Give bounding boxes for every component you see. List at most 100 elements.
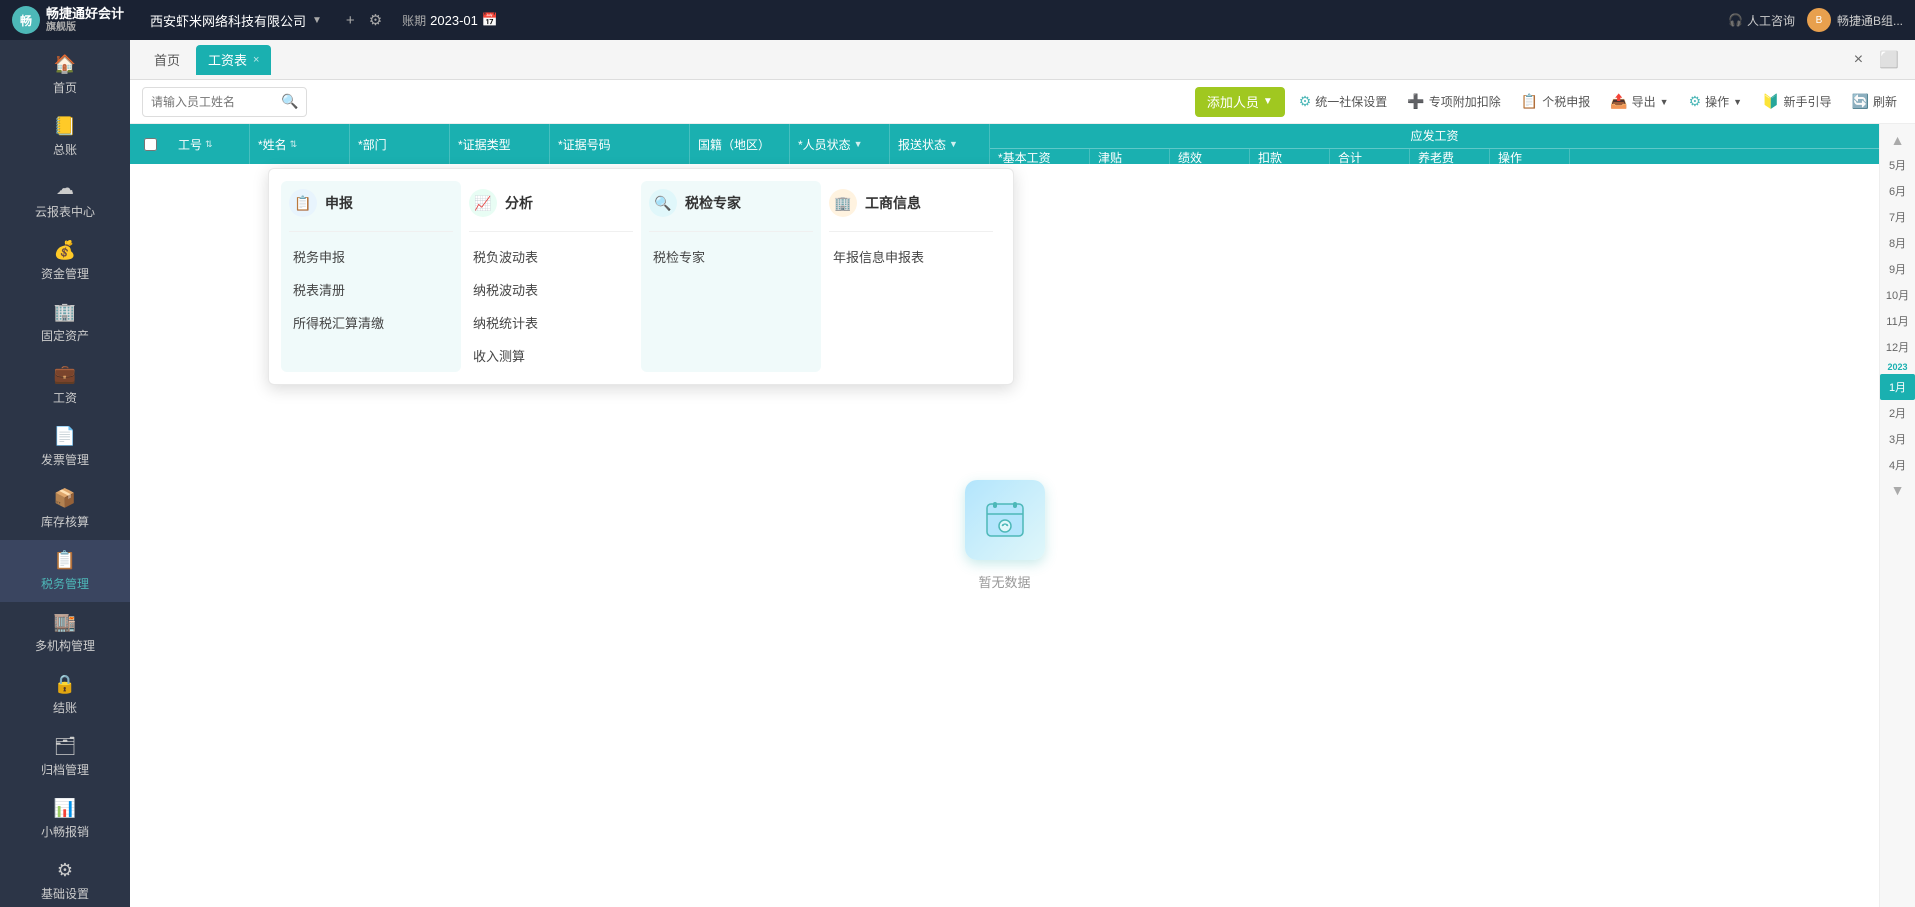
menu-suode-huisuan[interactable]: 所得税汇算清缴 <box>289 306 453 339</box>
menu-shouru-cesuan[interactable]: 收入测算 <box>469 339 633 372</box>
sidebar-label-salary: 工资 <box>53 389 77 406</box>
content-area: 首页 工资表 × × ⬜ 🔍 添加人员 ▼ <box>130 40 1915 907</box>
month-4[interactable]: 4月 <box>1880 452 1915 478</box>
operate-button[interactable]: ⚙ 操作 ▼ <box>1683 89 1749 114</box>
popup-section-shenb: 📋 申报 税务申报 税表清册 所得税汇算清缴 <box>281 181 461 372</box>
sidebar-item-assets[interactable]: 🏢 固定资产 <box>0 292 130 354</box>
fenxi-header-icon: 📈 <box>469 189 497 217</box>
sidebar-label-invoice: 发票管理 <box>41 451 89 468</box>
month-10[interactable]: 10月 <box>1880 282 1915 308</box>
menu-shuifu-bodong[interactable]: 税负波动表 <box>469 240 633 273</box>
period-value: 2023-01 <box>430 13 478 28</box>
month-12[interactable]: 12月 <box>1880 334 1915 360</box>
sidebar-item-funds[interactable]: 💰 资金管理 <box>0 230 130 292</box>
menu-nashui-tongji[interactable]: 纳税统计表 <box>469 306 633 339</box>
social-label: 统一社保设置 <box>1315 93 1387 110</box>
menu-shuib-qingce[interactable]: 税表清册 <box>289 273 453 306</box>
company-name: 西安虾米网络科技有限公司 <box>150 11 306 30</box>
month-2[interactable]: 2月 <box>1880 400 1915 426</box>
sidebar-item-inventory[interactable]: 📦 库存核算 <box>0 478 130 540</box>
sidebar-item-ledger[interactable]: 📒 总账 <box>0 106 130 168</box>
sidebar-label-tax: 税务管理 <box>41 575 89 592</box>
sidebar-item-tax[interactable]: 📋 税务管理 <box>0 540 130 602</box>
special-deduction-button[interactable]: ➕ 专项附加扣除 <box>1401 89 1506 114</box>
logo-text: 畅捷通好会计 旗舰版 <box>46 6 124 34</box>
sidebar-label-funds: 资金管理 <box>41 265 89 282</box>
sidebar-item-salary[interactable]: 💼 工资 <box>0 354 130 416</box>
th-region-label: 国籍（地区） <box>698 136 770 153</box>
year-up-icon[interactable]: ▲ <box>1887 128 1909 152</box>
guide-button[interactable]: 🔰 新手引导 <box>1756 89 1837 114</box>
close-window-button[interactable]: × <box>1850 49 1867 71</box>
month-8[interactable]: 8月 <box>1880 230 1915 256</box>
month-9[interactable]: 9月 <box>1880 256 1915 282</box>
service-button[interactable]: 🎧 人工咨询 <box>1728 12 1795 29</box>
main-layout: 🏠 首页 📒 总账 ☁ 云报表中心 💰 资金管理 🏢 固定资产 💼 工资 📄 发… <box>0 40 1915 907</box>
th-name: *姓名 ⇅ <box>250 124 350 164</box>
month-3[interactable]: 3月 <box>1880 426 1915 452</box>
month-6[interactable]: 6月 <box>1880 178 1915 204</box>
top-bar: 畅 畅捷通好会计 旗舰版 西安虾米网络科技有限公司 ▼ + ⚙ 账期 2023-… <box>0 0 1915 40</box>
search-icon[interactable]: 🔍 <box>281 93 298 110</box>
th-report-filter-icon[interactable]: ▼ <box>949 139 958 149</box>
multi-icon: 🏬 <box>54 612 76 633</box>
refresh-button[interactable]: 🔄 刷新 <box>1846 89 1903 114</box>
select-all-checkbox[interactable] <box>144 138 157 151</box>
shenb-title: 申报 <box>325 193 353 213</box>
th-base: *基本工资 <box>990 149 1090 166</box>
sidebar-item-xiaochang[interactable]: 📊 小畅报销 <box>0 788 130 850</box>
company-selector[interactable]: 西安虾米网络科技有限公司 ▼ <box>142 7 330 34</box>
menu-nianbao-shenb[interactable]: 年报信息申报表 <box>829 240 993 273</box>
sidebar-label-closing: 结账 <box>53 699 77 716</box>
top-bar-right: 🎧 人工咨询 B 畅捷通B组... <box>1728 8 1903 32</box>
sidebar-item-reports[interactable]: ☁ 云报表中心 <box>0 168 130 230</box>
sidebar-item-multi[interactable]: 🏬 多机构管理 <box>0 602 130 664</box>
sidebar-item-home[interactable]: 🏠 首页 <box>0 44 130 106</box>
user-area[interactable]: B 畅捷通B组... <box>1807 8 1903 32</box>
archive-icon: 🗂 <box>54 736 77 757</box>
ledger-icon: 📒 <box>54 116 76 137</box>
shenb-divider <box>289 231 453 232</box>
menu-nashui-bodong[interactable]: 纳税波动表 <box>469 273 633 306</box>
tab-home[interactable]: 首页 <box>142 45 192 75</box>
th-status-filter-icon[interactable]: ▼ <box>854 139 863 149</box>
empty-icon <box>965 480 1045 560</box>
dropdown-popup-menu[interactable]: 📋 申报 税务申报 税表清册 所得税汇算清缴 📈 分析 <box>268 168 1014 385</box>
popup-header-gongshang: 🏢 工商信息 <box>829 181 993 227</box>
tax-report-button[interactable]: 📋 个税申报 <box>1515 89 1596 114</box>
refresh-label: 刷新 <box>1873 93 1897 110</box>
th-salary-sub: *基本工资 津贴 绩效 扣款 <box>990 149 1879 166</box>
tab-salary-table[interactable]: 工资表 × <box>196 45 271 75</box>
th-certtype-label: *证据类型 <box>458 136 511 153</box>
menu-shuijian-zhuanjia[interactable]: 税检专家 <box>649 240 813 273</box>
th-dept-label: *部门 <box>358 136 387 153</box>
add-icon[interactable]: + <box>342 8 359 33</box>
month-11[interactable]: 11月 <box>1880 308 1915 334</box>
social-settings-button[interactable]: ⚙ 统一社保设置 <box>1293 89 1394 114</box>
restore-window-button[interactable]: ⬜ <box>1875 48 1903 72</box>
sidebar-item-invoice[interactable]: 📄 发票管理 <box>0 416 130 478</box>
sidebar-item-settings[interactable]: ⚙ 基础设置 <box>0 850 130 907</box>
month-5[interactable]: 5月 <box>1880 152 1915 178</box>
service-label: 人工咨询 <box>1747 12 1795 29</box>
tab-close-icon[interactable]: × <box>253 54 259 66</box>
settings-icon[interactable]: ⚙ <box>365 7 386 33</box>
home-tab-label: 首页 <box>154 50 180 69</box>
popup-section-fenxi: 📈 分析 税负波动表 纳税波动表 纳税统计表 收入测算 <box>461 181 641 372</box>
calendar-icon[interactable]: 📅 <box>482 12 498 28</box>
th-total: 合计 <box>1330 149 1410 166</box>
menu-shuwu-shenb[interactable]: 税务申报 <box>289 240 453 273</box>
month-7[interactable]: 7月 <box>1880 204 1915 230</box>
export-button[interactable]: 📤 导出 ▼ <box>1604 89 1674 114</box>
sidebar-item-archive[interactable]: 🗂 归档管理 <box>0 726 130 788</box>
month-1-active[interactable]: 1月 <box>1880 374 1915 400</box>
th-name-sort-icon[interactable]: ⇅ <box>290 139 298 150</box>
add-person-button[interactable]: 添加人员 ▼ <box>1195 87 1285 117</box>
year-down-icon[interactable]: ▼ <box>1887 478 1909 502</box>
search-input[interactable] <box>151 95 281 109</box>
operate-label: 操作 <box>1705 93 1729 110</box>
sidebar-item-closing[interactable]: 🔒 结账 <box>0 664 130 726</box>
th-id-sort-icon[interactable]: ⇅ <box>205 139 213 150</box>
operate-icon: ⚙ <box>1689 93 1702 110</box>
th-name-label: *姓名 <box>258 136 287 153</box>
